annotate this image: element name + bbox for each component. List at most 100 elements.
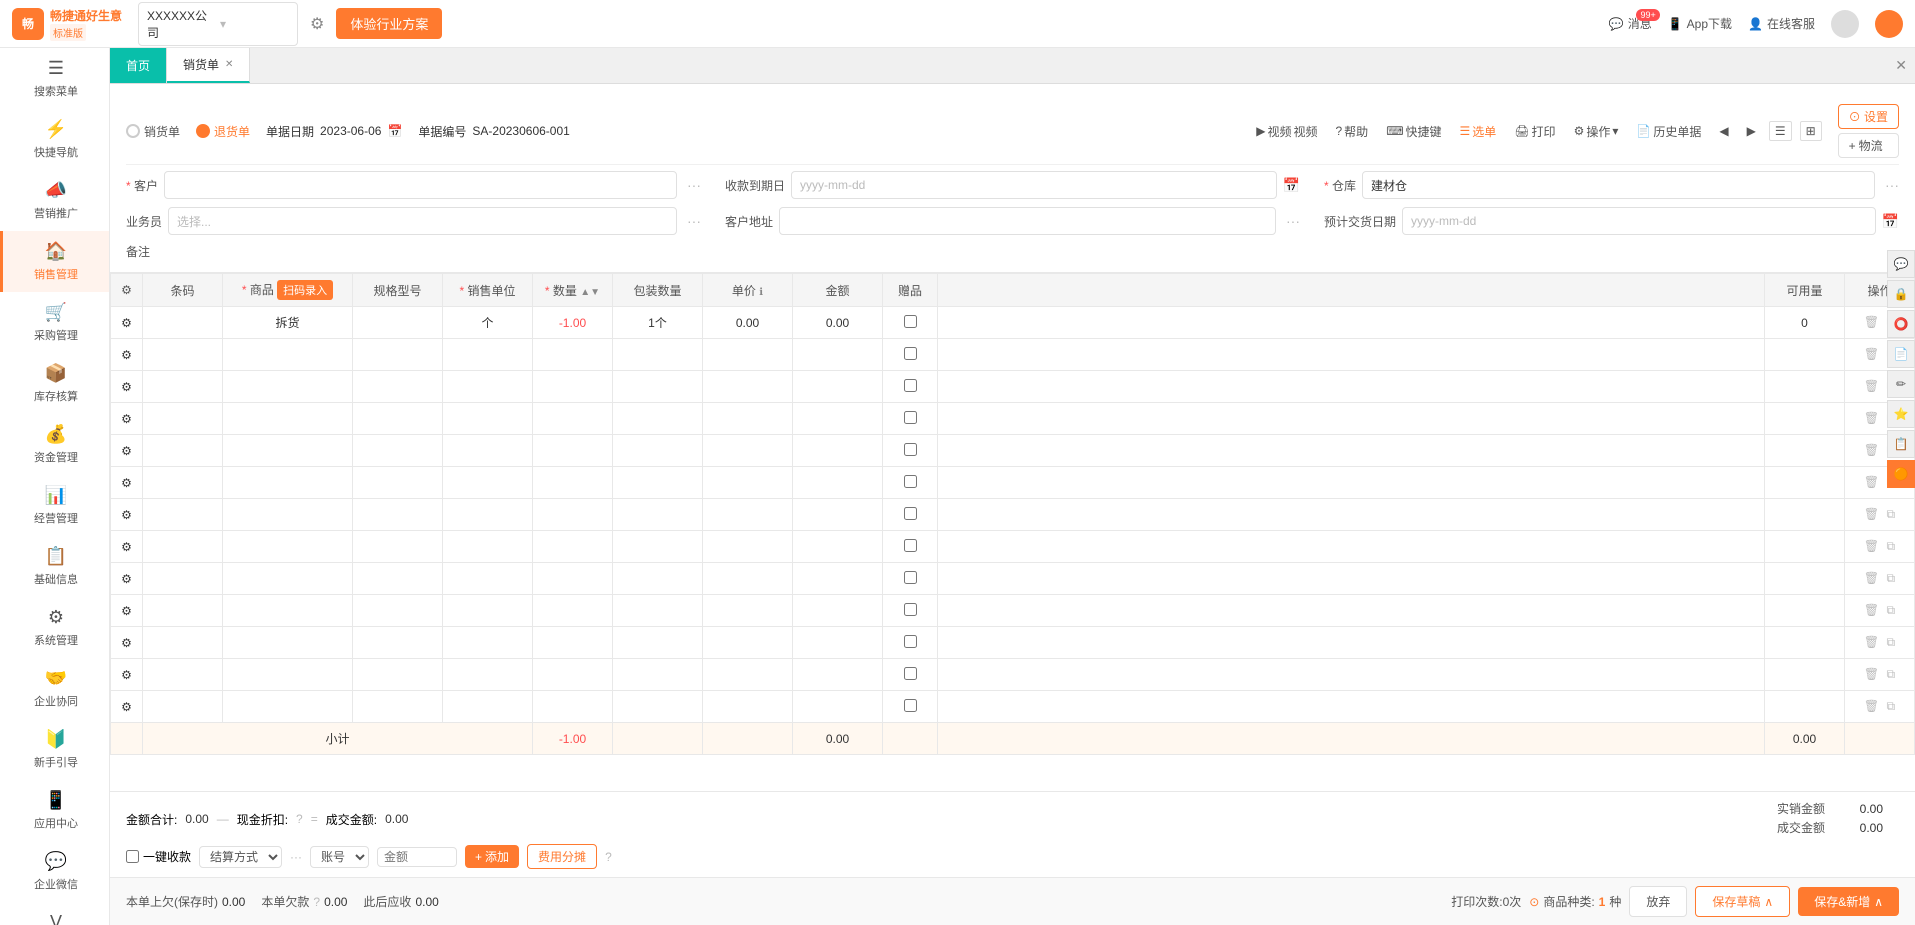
row-remarks[interactable] (938, 659, 1765, 691)
row-qty[interactable] (533, 371, 613, 403)
delete-icon[interactable]: 🗑 (1864, 507, 1879, 521)
sidebar-item-inventory[interactable]: 📦 库存核算 (0, 353, 109, 414)
row-spec[interactable] (353, 531, 443, 563)
payment-method-select[interactable]: 结算方式 (199, 846, 282, 868)
row-gift[interactable] (883, 339, 938, 371)
settings-btn[interactable]: ⊙ 设置 (1838, 104, 1899, 129)
rab-edit-btn[interactable]: ✏ (1887, 370, 1915, 398)
copy-icon[interactable]: ⧉ (1887, 539, 1896, 553)
sidebar-item-guide[interactable]: 🔰 新手引导 (0, 719, 109, 780)
sidebar-item-quick-nav[interactable]: ⚡ 快捷导航 (0, 109, 109, 170)
addr-dots-btn[interactable]: ··· (1286, 213, 1300, 229)
row-amount[interactable] (793, 595, 883, 627)
gift-checkbox[interactable] (904, 475, 917, 488)
row-goods[interactable] (223, 499, 353, 531)
company-selector[interactable]: XXXXXX公司 ▾ (138, 2, 298, 46)
sidebar-item-wechat[interactable]: 💬 企业微信 (0, 841, 109, 902)
print-btn[interactable]: 🖨 打印 (1509, 121, 1560, 142)
row-pkg-qty[interactable]: 1个 (613, 307, 703, 339)
rab-doc-btn[interactable]: 📄 (1887, 340, 1915, 368)
row-gift[interactable] (883, 659, 938, 691)
row-qty[interactable] (533, 627, 613, 659)
copy-icon[interactable]: ⧉ (1887, 603, 1896, 617)
row-unit[interactable] (443, 627, 533, 659)
gear-icon[interactable]: ⚙ (306, 10, 328, 38)
row-gear[interactable]: ⚙ (111, 499, 143, 531)
row-pkg-qty[interactable] (613, 499, 703, 531)
row-goods[interactable] (223, 339, 353, 371)
row-qty[interactable] (533, 435, 613, 467)
row-price[interactable] (703, 627, 793, 659)
delete-icon[interactable]: 🗑 (1864, 603, 1879, 617)
abandon-btn[interactable]: 放弃 (1629, 886, 1687, 917)
row-pkg-qty[interactable] (613, 339, 703, 371)
gift-checkbox[interactable] (904, 411, 917, 424)
row-unit[interactable] (443, 435, 533, 467)
sidebar-item-operations[interactable]: 📊 经营管理 (0, 475, 109, 536)
logistics-btn[interactable]: + 物流 (1838, 133, 1899, 158)
row-qty[interactable] (533, 403, 613, 435)
row-goods[interactable] (223, 563, 353, 595)
row-barcode[interactable] (143, 595, 223, 627)
gift-checkbox[interactable] (904, 379, 917, 392)
row-unit[interactable] (443, 499, 533, 531)
row-gift[interactable] (883, 403, 938, 435)
tab-sales-order[interactable]: 销货单 ✕ (167, 48, 250, 83)
gift-checkbox[interactable] (904, 603, 917, 616)
row-goods[interactable] (223, 595, 353, 627)
sidebar-item-system[interactable]: ⚙ 系统管理 (0, 597, 109, 658)
row-amount[interactable] (793, 531, 883, 563)
row-spec[interactable] (353, 499, 443, 531)
calendar-due-icon[interactable]: 📅 (1283, 177, 1300, 194)
row-price[interactable] (703, 371, 793, 403)
delete-icon[interactable]: 🗑 (1864, 315, 1879, 329)
add-btn[interactable]: + 添加 (465, 845, 519, 868)
gift-checkbox[interactable] (904, 347, 917, 360)
gift-checkbox[interactable] (904, 539, 917, 552)
help-btn[interactable]: ? 帮助 (1330, 121, 1373, 142)
row-barcode[interactable] (143, 435, 223, 467)
row-remarks[interactable] (938, 467, 1765, 499)
row-price[interactable] (703, 435, 793, 467)
row-goods[interactable] (223, 403, 353, 435)
row-goods[interactable] (223, 371, 353, 403)
row-price[interactable] (703, 531, 793, 563)
row-barcode[interactable] (143, 659, 223, 691)
rab-chat-btn[interactable]: 💬 (1887, 250, 1915, 278)
delete-icon[interactable]: 🗑 (1864, 347, 1879, 361)
row-amount[interactable] (793, 339, 883, 371)
row-pkg-qty[interactable] (613, 659, 703, 691)
row-barcode[interactable] (143, 499, 223, 531)
row-barcode[interactable] (143, 467, 223, 499)
row-gift[interactable] (883, 563, 938, 595)
row-unit[interactable] (443, 403, 533, 435)
row-spec[interactable] (353, 659, 443, 691)
delete-icon[interactable]: 🗑 (1864, 635, 1879, 649)
delete-icon[interactable]: 🗑 (1864, 443, 1879, 457)
row-amount[interactable] (793, 627, 883, 659)
row-spec[interactable] (353, 339, 443, 371)
due-date-input[interactable]: yyyy-mm-dd (791, 171, 1277, 199)
row-goods[interactable] (223, 531, 353, 563)
row-remarks[interactable] (938, 371, 1765, 403)
row-gift[interactable] (883, 595, 938, 627)
amount-input[interactable] (377, 847, 457, 867)
row-gift[interactable] (883, 371, 938, 403)
row-gift[interactable] (883, 531, 938, 563)
row-spec[interactable] (353, 307, 443, 339)
rab-clip-btn[interactable]: 📋 (1887, 430, 1915, 458)
gift-checkbox[interactable] (904, 571, 917, 584)
row-price[interactable] (703, 499, 793, 531)
row-remarks[interactable] (938, 691, 1765, 723)
copy-icon[interactable]: ⧉ (1887, 667, 1896, 681)
row-unit[interactable] (443, 659, 533, 691)
row-remarks[interactable] (938, 499, 1765, 531)
row-qty[interactable] (533, 499, 613, 531)
row-unit[interactable]: 个 (443, 307, 533, 339)
row-pkg-qty[interactable] (613, 371, 703, 403)
copy-icon[interactable]: ⧉ (1887, 571, 1896, 585)
row-gear[interactable]: ⚙ (111, 403, 143, 435)
sidebar-item-members[interactable]: V 畅会员 (0, 902, 109, 925)
row-unit[interactable] (443, 467, 533, 499)
row-price[interactable]: 0.00 (703, 307, 793, 339)
